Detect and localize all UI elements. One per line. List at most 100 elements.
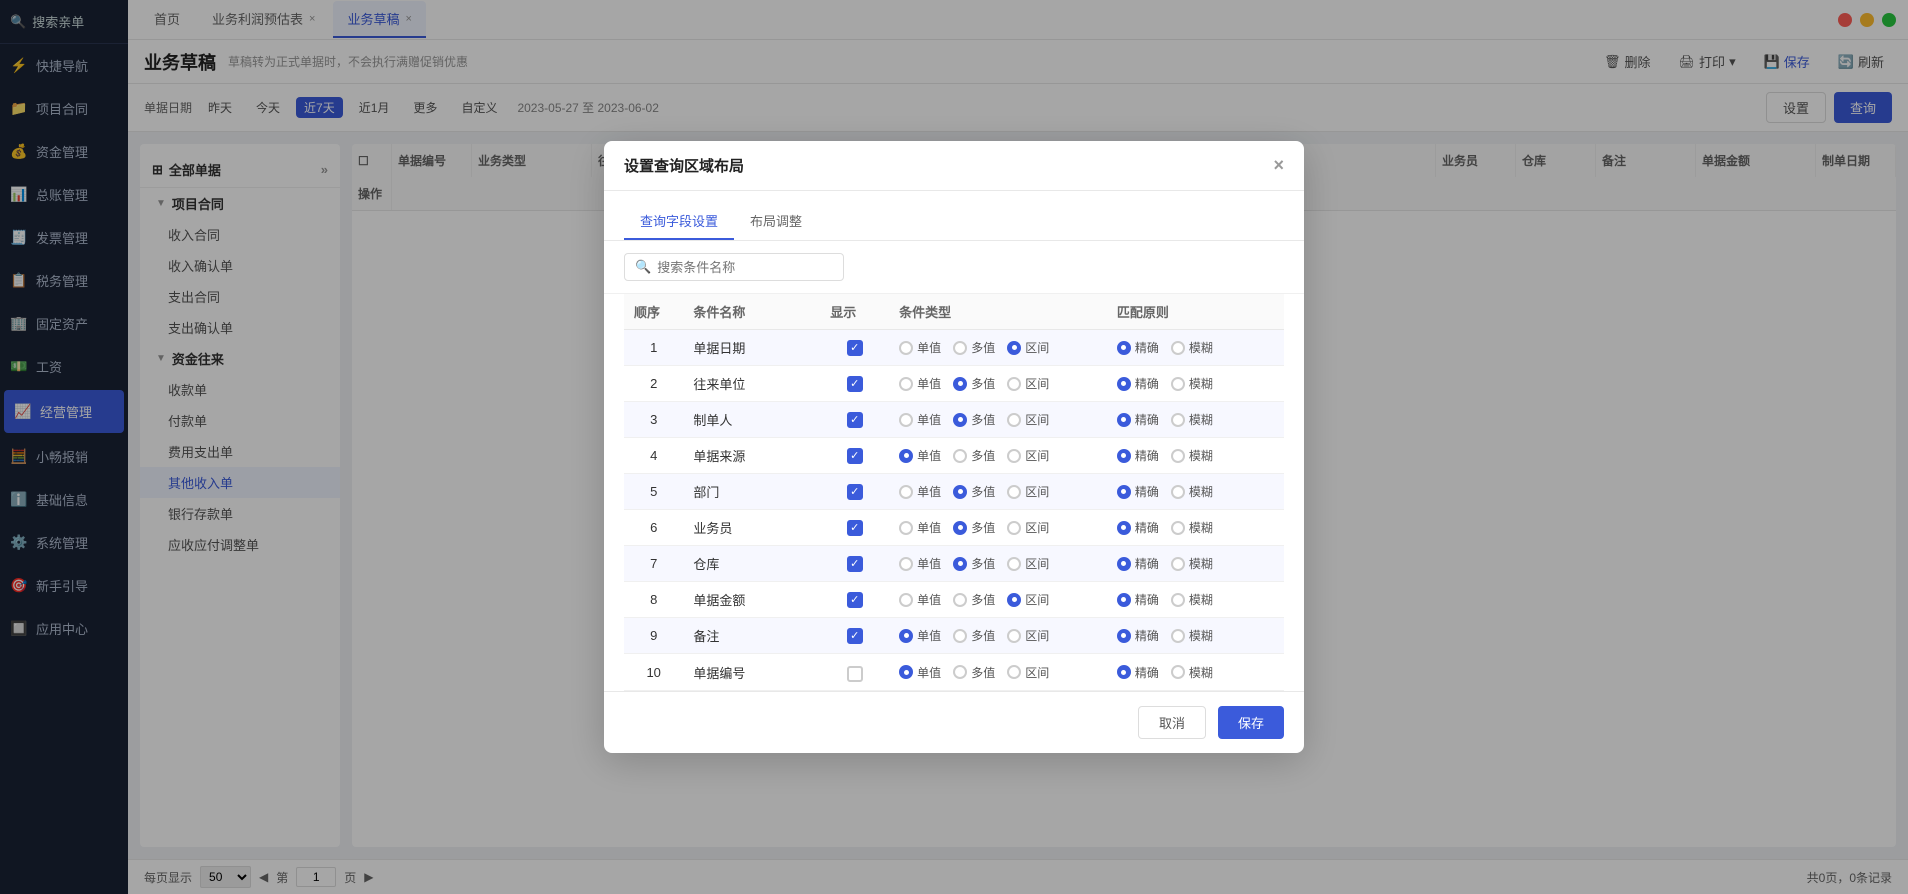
- radio-type-option[interactable]: 单值: [899, 483, 941, 500]
- modal-close-button[interactable]: ×: [1273, 155, 1284, 176]
- radio-circle: [1171, 485, 1185, 499]
- show-checkbox[interactable]: [847, 520, 863, 536]
- radio-label: 模糊: [1189, 627, 1213, 644]
- cell-show[interactable]: [820, 654, 889, 691]
- cell-show[interactable]: [820, 402, 889, 438]
- radio-match-option[interactable]: 模糊: [1171, 375, 1213, 392]
- radio-label: 模糊: [1189, 519, 1213, 536]
- radio-circle: [899, 593, 913, 607]
- radio-type-option[interactable]: 区间: [1007, 627, 1049, 644]
- radio-match-option[interactable]: 模糊: [1171, 447, 1213, 464]
- show-checkbox[interactable]: [847, 592, 863, 608]
- radio-type-option[interactable]: 多值: [953, 664, 995, 681]
- radio-type-option[interactable]: 区间: [1007, 555, 1049, 572]
- radio-type-option[interactable]: 多值: [953, 483, 995, 500]
- show-checkbox[interactable]: [847, 376, 863, 392]
- cell-show[interactable]: [820, 510, 889, 546]
- show-checkbox[interactable]: [847, 666, 863, 682]
- modal-tab-label: 布局调整: [750, 214, 802, 229]
- cancel-button[interactable]: 取消: [1138, 706, 1206, 739]
- radio-type-option[interactable]: 单值: [899, 664, 941, 681]
- radio-match-option[interactable]: 精确: [1117, 664, 1159, 681]
- cell-show[interactable]: [820, 330, 889, 366]
- modal-save-button[interactable]: 保存: [1218, 706, 1284, 739]
- cell-show[interactable]: [820, 474, 889, 510]
- radio-type-option[interactable]: 单值: [899, 411, 941, 428]
- radio-label: 模糊: [1189, 447, 1213, 464]
- show-checkbox[interactable]: [847, 628, 863, 644]
- modal-tab-layout-adjust[interactable]: 布局调整: [734, 203, 818, 240]
- radio-type-option[interactable]: 多值: [953, 447, 995, 464]
- table-row: 3制单人单值多值区间精确模糊: [624, 402, 1284, 438]
- modal-tab-label: 查询字段设置: [640, 214, 718, 229]
- radio-type-option[interactable]: 多值: [953, 411, 995, 428]
- radio-label: 单值: [917, 447, 941, 464]
- radio-type-option[interactable]: 区间: [1007, 664, 1049, 681]
- radio-type-option[interactable]: 单值: [899, 447, 941, 464]
- radio-type-option[interactable]: 多值: [953, 339, 995, 356]
- radio-match-option[interactable]: 精确: [1117, 627, 1159, 644]
- radio-type-option[interactable]: 单值: [899, 519, 941, 536]
- radio-label: 区间: [1025, 375, 1049, 392]
- radio-circle: [953, 593, 967, 607]
- show-checkbox[interactable]: [847, 556, 863, 572]
- radio-label: 模糊: [1189, 375, 1213, 392]
- cell-match: 精确 模糊: [1107, 510, 1284, 546]
- radio-match-option[interactable]: 精确: [1117, 483, 1159, 500]
- radio-match-option[interactable]: 模糊: [1171, 483, 1213, 500]
- radio-match-option[interactable]: 模糊: [1171, 555, 1213, 572]
- modal-tab-query-fields[interactable]: 查询字段设置: [624, 203, 734, 240]
- radio-match-option[interactable]: 模糊: [1171, 519, 1213, 536]
- radio-label: 单值: [917, 664, 941, 681]
- radio-type-option[interactable]: 区间: [1007, 375, 1049, 392]
- show-checkbox[interactable]: [847, 340, 863, 356]
- show-checkbox[interactable]: [847, 412, 863, 428]
- radio-type-option[interactable]: 单值: [899, 339, 941, 356]
- radio-match-option[interactable]: 模糊: [1171, 339, 1213, 356]
- show-checkbox[interactable]: [847, 448, 863, 464]
- radio-type-option[interactable]: 区间: [1007, 447, 1049, 464]
- radio-match-option[interactable]: 精确: [1117, 339, 1159, 356]
- radio-match-option[interactable]: 精确: [1117, 447, 1159, 464]
- radio-type-option[interactable]: 多值: [953, 591, 995, 608]
- radio-match-option[interactable]: 模糊: [1171, 591, 1213, 608]
- radio-match-option[interactable]: 模糊: [1171, 627, 1213, 644]
- modal-search-input[interactable]: [657, 260, 833, 275]
- radio-label: 多值: [971, 339, 995, 356]
- radio-type-option[interactable]: 多值: [953, 555, 995, 572]
- radio-circle: [1117, 449, 1131, 463]
- radio-match-option[interactable]: 精确: [1117, 411, 1159, 428]
- radio-type-option[interactable]: 区间: [1007, 591, 1049, 608]
- radio-type-option[interactable]: 区间: [1007, 483, 1049, 500]
- radio-type-option[interactable]: 多值: [953, 519, 995, 536]
- cell-type: 单值多值区间: [889, 402, 1107, 438]
- cell-name: 备注: [683, 618, 820, 654]
- radio-match-option[interactable]: 精确: [1117, 375, 1159, 392]
- cell-show[interactable]: [820, 546, 889, 582]
- radio-type-option[interactable]: 区间: [1007, 411, 1049, 428]
- radio-type-option[interactable]: 多值: [953, 375, 995, 392]
- radio-label: 模糊: [1189, 339, 1213, 356]
- radio-type-option[interactable]: 单值: [899, 375, 941, 392]
- radio-type-option[interactable]: 单值: [899, 627, 941, 644]
- cell-show[interactable]: [820, 366, 889, 402]
- show-checkbox[interactable]: [847, 484, 863, 500]
- radio-label: 多值: [971, 555, 995, 572]
- radio-type-option[interactable]: 多值: [953, 627, 995, 644]
- cell-order: 8: [624, 582, 683, 618]
- radio-type-option[interactable]: 区间: [1007, 519, 1049, 536]
- radio-type-option[interactable]: 区间: [1007, 339, 1049, 356]
- cell-show[interactable]: [820, 618, 889, 654]
- radio-type-option[interactable]: 单值: [899, 591, 941, 608]
- radio-match-option[interactable]: 模糊: [1171, 411, 1213, 428]
- radio-match-option[interactable]: 精确: [1117, 555, 1159, 572]
- radio-label: 区间: [1025, 447, 1049, 464]
- radio-match-option[interactable]: 精确: [1117, 519, 1159, 536]
- radio-match-option[interactable]: 精确: [1117, 591, 1159, 608]
- radio-type-option[interactable]: 单值: [899, 555, 941, 572]
- cell-show[interactable]: [820, 582, 889, 618]
- table-row: 8单据金额单值多值区间精确模糊: [624, 582, 1284, 618]
- radio-label: 单值: [917, 519, 941, 536]
- radio-match-option[interactable]: 模糊: [1171, 664, 1213, 681]
- cell-show[interactable]: [820, 438, 889, 474]
